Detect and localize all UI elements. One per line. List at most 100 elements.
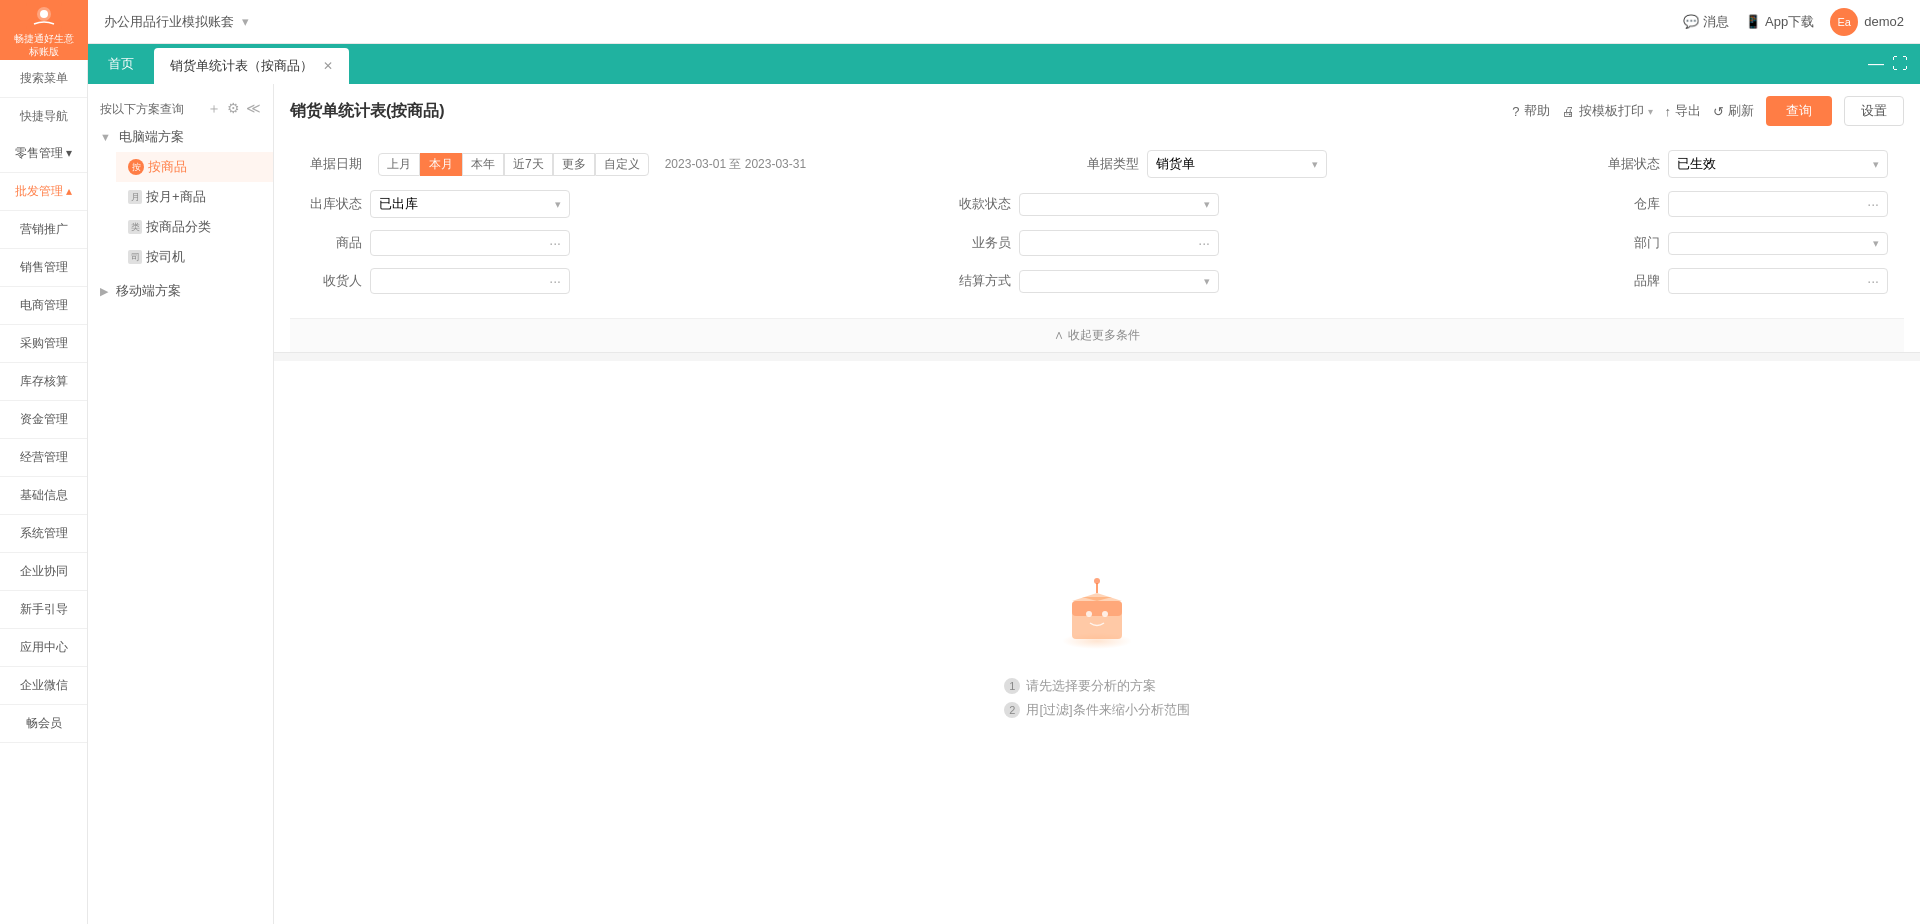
sidebar-item-purchase[interactable]: 采购管理 bbox=[0, 325, 87, 363]
breadcrumb-arrow[interactable]: ▾ bbox=[242, 14, 249, 29]
sidebar-item-appcenter[interactable]: 应用中心 bbox=[0, 629, 87, 667]
content-area: 按以下方案查询 ＋ ⚙ ≪ ▼ 电脑端方案 按 按商品 月 按月+ bbox=[88, 84, 1920, 924]
expand-icon: ▼ bbox=[100, 131, 111, 143]
app-label: App下载 bbox=[1765, 13, 1814, 31]
logo: 畅捷通好生意标账版 bbox=[0, 0, 88, 60]
recipient-ellipsis[interactable]: ··· bbox=[549, 273, 561, 289]
tree-by-product-category[interactable]: 类 按商品分类 bbox=[116, 212, 273, 242]
template-print-btn[interactable]: 🖨 按模板打印 ▾ bbox=[1562, 102, 1653, 120]
left-panel: 按以下方案查询 ＋ ⚙ ≪ ▼ 电脑端方案 按 按商品 月 按月+ bbox=[88, 84, 274, 924]
marketing-label: 营销推广 bbox=[0, 221, 87, 238]
filter-row-1: 单据日期 上月 本月 本年 近7天 更多 自定义 2023-03-01 至 20… bbox=[306, 150, 1888, 178]
sidebar-item-ecom[interactable]: 电商管理 bbox=[0, 287, 87, 325]
payment-select[interactable]: ▾ bbox=[1019, 270, 1219, 293]
warehouse-ellipsis[interactable]: ··· bbox=[1867, 196, 1879, 212]
query-btn[interactable]: 查询 bbox=[1766, 96, 1832, 126]
sidebar-item-member[interactable]: 畅会员 bbox=[0, 705, 87, 743]
recipient-input[interactable]: ··· bbox=[370, 268, 570, 294]
warehouse-input[interactable]: ··· bbox=[1668, 191, 1888, 217]
month-icon: 月 bbox=[128, 190, 142, 204]
date-tab-prev-month[interactable]: 上月 bbox=[378, 153, 420, 176]
template-print-label: 按模板打印 bbox=[1579, 102, 1644, 120]
settings-btn[interactable]: 设置 bbox=[1844, 96, 1904, 126]
doc-status-value: 已生效 bbox=[1677, 155, 1716, 173]
sidebar-item-guide[interactable]: 新手引导 bbox=[0, 591, 87, 629]
main-area: 办公用品行业模拟账套 ▾ 💬 消息 📱 App下载 Ea demo2 首页 bbox=[88, 0, 1920, 924]
message-btn[interactable]: 💬 消息 bbox=[1683, 13, 1729, 31]
sidebar-item-wechat[interactable]: 企业微信 bbox=[0, 667, 87, 705]
wechat-label: 企业微信 bbox=[0, 677, 87, 694]
message-label: 消息 bbox=[1703, 13, 1729, 31]
print-dropdown-icon[interactable]: ▾ bbox=[1648, 106, 1653, 117]
out-status-value: 已出库 bbox=[379, 195, 418, 213]
refresh-btn[interactable]: ↺ 刷新 bbox=[1713, 102, 1754, 120]
minimize-icon[interactable]: — bbox=[1868, 55, 1884, 73]
sales-label: 销售管理 bbox=[0, 259, 87, 276]
date-tab-cur-month[interactable]: 本月 bbox=[420, 153, 462, 176]
tree-by-cashier[interactable]: 司 按司机 bbox=[116, 242, 273, 272]
brand-label: 品牌 bbox=[1604, 272, 1660, 290]
out-status-select[interactable]: 已出库 ▾ bbox=[370, 190, 570, 218]
sidebar-item-wholesale[interactable]: 批发管理 ▴ bbox=[0, 173, 87, 211]
tree-mobile-scheme[interactable]: ▶ 移动端方案 bbox=[88, 276, 273, 306]
department-select[interactable]: ▾ bbox=[1668, 232, 1888, 255]
doc-type-select[interactable]: 销货单 ▾ bbox=[1147, 150, 1327, 178]
sidebar-item-corp[interactable]: 企业协同 bbox=[0, 553, 87, 591]
quick-nav[interactable]: 快捷导航 bbox=[0, 98, 87, 135]
sidebar-item-retail[interactable]: 零售管理 ▾ bbox=[0, 135, 87, 173]
receipt-status-select[interactable]: ▾ bbox=[1019, 193, 1219, 216]
filter-area: 单据日期 上月 本月 本年 近7天 更多 自定义 2023-03-01 至 20… bbox=[290, 138, 1904, 318]
date-tab-custom[interactable]: 自定义 bbox=[595, 153, 649, 176]
sidebar-item-sales[interactable]: 销售管理 bbox=[0, 249, 87, 287]
sidebar-item-basic[interactable]: 基础信息 bbox=[0, 477, 87, 515]
product-ellipsis[interactable]: ··· bbox=[549, 235, 561, 251]
svg-point-9 bbox=[1094, 578, 1100, 584]
tree-by-month-product[interactable]: 月 按月+商品 bbox=[116, 182, 273, 212]
tab-close-btn[interactable]: ✕ bbox=[323, 59, 333, 73]
add-icon[interactable]: ＋ bbox=[207, 100, 221, 118]
warehouse-label: 仓库 bbox=[1604, 195, 1660, 213]
settings-icon[interactable]: ⚙ bbox=[227, 100, 240, 118]
sidebar-item-finance[interactable]: 资金管理 bbox=[0, 401, 87, 439]
user-menu[interactable]: Ea demo2 bbox=[1830, 8, 1904, 36]
right-panel: 销货单统计表(按商品) ? 帮助 🖨 按模板打印 ▾ ↑ bbox=[274, 84, 1920, 924]
tab-sales-stat[interactable]: 销货单统计表（按商品） ✕ bbox=[154, 48, 349, 84]
help-btn[interactable]: ? 帮助 bbox=[1512, 102, 1549, 120]
wholesale-label: 批发管理 ▴ bbox=[0, 183, 87, 200]
date-tab-cur-year[interactable]: 本年 bbox=[462, 153, 504, 176]
empty-tip-1: 1 请先选择要分析的方案 bbox=[1004, 677, 1189, 695]
date-label: 单据日期 bbox=[306, 155, 362, 173]
export-btn[interactable]: ↑ 导出 bbox=[1665, 102, 1702, 120]
mobile-scheme-label: 移动端方案 bbox=[116, 282, 181, 300]
sidebar-item-inventory[interactable]: 库存核算 bbox=[0, 363, 87, 401]
sidebar-item-system[interactable]: 系统管理 bbox=[0, 515, 87, 553]
tab-bar-actions: — ⛶ bbox=[1868, 55, 1920, 73]
doc-type-chevron: ▾ bbox=[1312, 158, 1318, 171]
doc-status-select[interactable]: 已生效 ▾ bbox=[1668, 150, 1888, 178]
search-menu[interactable]: 搜索菜单 bbox=[0, 60, 87, 98]
tree-by-product[interactable]: 按 按商品 bbox=[116, 152, 273, 182]
sidebar-item-marketing[interactable]: 营销推广 bbox=[0, 211, 87, 249]
collapse-btn[interactable]: ∧ 收起更多条件 bbox=[290, 318, 1904, 352]
date-tab-7days[interactable]: 近7天 bbox=[504, 153, 553, 176]
sidebar-item-operation[interactable]: 经营管理 bbox=[0, 439, 87, 477]
tab-bar: 首页 销货单统计表（按商品） ✕ — ⛶ bbox=[88, 44, 1920, 84]
salesperson-input[interactable]: ··· bbox=[1019, 230, 1219, 256]
tip-2-num: 2 bbox=[1004, 702, 1020, 718]
empty-state: 1 请先选择要分析的方案 2 用[过滤]条件来缩小分析范围 bbox=[274, 361, 1920, 924]
brand-ellipsis[interactable]: ··· bbox=[1867, 273, 1879, 289]
date-tab-more[interactable]: 更多 bbox=[553, 153, 595, 176]
collapse-left-icon[interactable]: ≪ bbox=[246, 100, 261, 118]
category-icon: 类 bbox=[128, 220, 142, 234]
top-header: 办公用品行业模拟账套 ▾ 💬 消息 📱 App下载 Ea demo2 bbox=[88, 0, 1920, 44]
svg-point-6 bbox=[1086, 611, 1092, 617]
maximize-icon[interactable]: ⛶ bbox=[1892, 55, 1908, 73]
product-input[interactable]: ··· bbox=[370, 230, 570, 256]
brand-input[interactable]: ··· bbox=[1668, 268, 1888, 294]
app-download-btn[interactable]: 📱 App下载 bbox=[1745, 13, 1814, 31]
tab-home[interactable]: 首页 bbox=[88, 44, 154, 84]
tip-1-text: 请先选择要分析的方案 bbox=[1026, 677, 1156, 695]
payment-chevron: ▾ bbox=[1204, 275, 1210, 288]
salesperson-ellipsis[interactable]: ··· bbox=[1198, 235, 1210, 251]
tree-desktop-scheme[interactable]: ▼ 电脑端方案 bbox=[88, 122, 273, 152]
